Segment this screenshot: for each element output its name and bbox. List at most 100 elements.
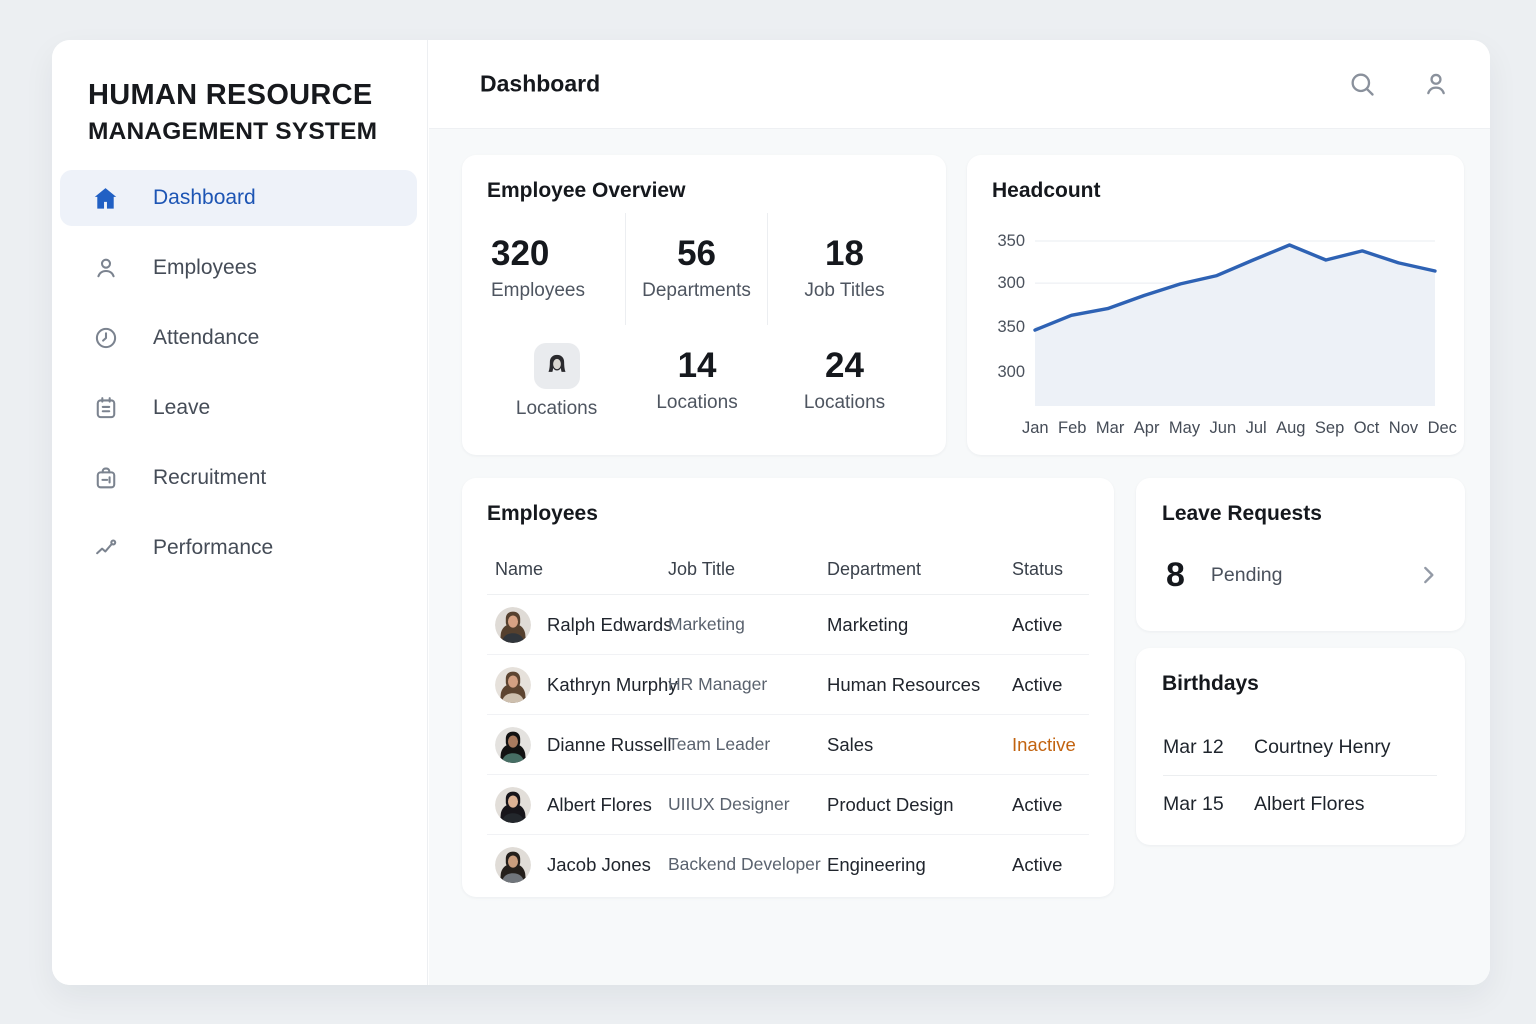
employees-table-card: Employees Name Job Title Department Stat… xyxy=(462,478,1114,897)
stat-label: Departments xyxy=(642,280,751,301)
headcount-card: Headcount 350 300 350 300 Jan Feb Mar Apr May Ju… xyxy=(967,155,1464,455)
pending-count: 8 xyxy=(1166,556,1185,594)
employee-job-title: Backend Developer xyxy=(668,854,821,874)
employee-job-title: HR Manager xyxy=(668,674,768,694)
sidebar-item-recruitment[interactable]: Recruitment xyxy=(60,450,417,506)
chart-x-label: Dec xyxy=(1427,419,1457,437)
stat-job-titles: 18 Job Titles xyxy=(768,213,921,325)
card-title: Employee Overview xyxy=(487,179,686,202)
chart-y-label: 350 xyxy=(997,232,1025,250)
employee-overview-card: Employee Overview 320 Employees 56 Depar… xyxy=(462,155,946,455)
chevron-right-icon[interactable] xyxy=(1415,562,1441,588)
status-badge: Active xyxy=(1012,673,1063,695)
chart-x-label: Aug xyxy=(1276,419,1306,437)
employee-job-title: UIIUX Designer xyxy=(668,794,790,814)
headcount-chart-svg xyxy=(1033,240,1437,406)
employee-job-title: Marketing xyxy=(668,614,745,634)
chart-x-label: Mar xyxy=(1095,419,1125,437)
employee-department: Marketing xyxy=(827,613,909,635)
table-row[interactable]: Jacob Jones Backend Developer Engineerin… xyxy=(487,835,1089,894)
column-header-department: Department xyxy=(827,559,922,579)
chart-x-axis: Jan Feb Mar Apr May Jun Jul Aug Sep Oct Nov Dec xyxy=(1022,419,1457,438)
card-title: Birthdays xyxy=(1162,672,1259,695)
chart-x-label: Jun xyxy=(1209,419,1237,437)
chart-x-label: Sep xyxy=(1314,419,1345,437)
card-title: Employees xyxy=(487,502,598,525)
person-avatar-icon xyxy=(533,342,580,389)
brand-title-line2: MANAGEMENT SYSTEM xyxy=(88,117,378,145)
employee-department: Product Design xyxy=(827,793,954,815)
sidebar-item-employees[interactable]: Employees xyxy=(60,240,417,296)
stat-label: Locations xyxy=(803,392,886,413)
chart-y-label: 350 xyxy=(997,317,1025,336)
sidebar-item-leave[interactable]: Leave xyxy=(60,380,417,436)
list-item: Mar 15 Albert Flores xyxy=(1163,776,1437,832)
chart-x-label: Oct xyxy=(1353,419,1380,437)
app-logo: HUMAN RESOURCE MANAGEMENT SYSTEM xyxy=(52,40,427,146)
employee-name: Ralph Edwards xyxy=(547,613,673,635)
stat-label: Locations xyxy=(656,392,738,413)
app-window: HUMAN RESOURCE MANAGEMENT SYSTEM Dashboa… xyxy=(52,40,1490,985)
chart-x-label: Nov xyxy=(1388,419,1419,437)
stat-label: Employees xyxy=(491,280,585,301)
stat-value: 56 xyxy=(677,234,716,273)
stat-value: 24 xyxy=(825,346,864,385)
avatar xyxy=(495,606,531,643)
chart-y-label: 300 xyxy=(997,274,1025,293)
top-header: Dashboard xyxy=(429,40,1490,129)
stat-label: Locations xyxy=(515,397,598,419)
sidebar-item-performance[interactable]: Performance xyxy=(60,520,417,576)
column-header-job-title: Job Title xyxy=(668,559,736,579)
sidebar-nav: Dashboard Employees Attendance Leave Rec… xyxy=(60,170,417,576)
column-header-name: Name xyxy=(495,559,544,579)
card-title: Headcount xyxy=(992,179,1101,202)
table-row[interactable]: Dianne Russell Team Leader Sales Inactiv… xyxy=(487,715,1089,775)
sidebar-item-label: Dashboard xyxy=(153,186,256,209)
employee-department: Human Resources xyxy=(827,673,981,695)
chart-y-label: 300 xyxy=(997,363,1025,381)
home-icon xyxy=(92,185,119,212)
sidebar-item-label: Attendance xyxy=(153,326,260,349)
status-badge: Inactive xyxy=(1012,733,1076,755)
employee-job-title: Team Leader xyxy=(668,734,771,754)
user-profile-icon[interactable] xyxy=(1422,70,1450,98)
search-icon[interactable] xyxy=(1348,70,1376,98)
list-item: Mar 12 Courtney Henry xyxy=(1163,719,1437,776)
trend-up-icon xyxy=(92,535,119,562)
sidebar-item-dashboard[interactable]: Dashboard xyxy=(60,170,417,226)
chart-x-label: Jul xyxy=(1245,419,1267,437)
birthday-name: Courtney Henry xyxy=(1254,735,1391,758)
stat-locations-avatar: Locations xyxy=(487,325,626,437)
headcount-chart xyxy=(1033,240,1437,406)
stat-locations-24: 24 Locations xyxy=(768,325,921,437)
sidebar-item-attendance[interactable]: Attendance xyxy=(60,310,417,366)
chart-x-label: Apr xyxy=(1133,419,1160,437)
stat-locations-14: 14 Locations xyxy=(626,325,768,437)
stat-value: 18 xyxy=(825,234,864,273)
avatar xyxy=(495,666,531,703)
chart-x-label: Jan xyxy=(1022,419,1049,437)
status-badge: Active xyxy=(1012,613,1063,635)
birthday-date: Mar 15 xyxy=(1163,792,1224,815)
stat-employees: 320 Employees xyxy=(487,213,627,325)
birthday-name: Albert Flores xyxy=(1254,792,1365,815)
stat-departments: 56 Departments xyxy=(626,213,768,325)
main-area: Dashboard Employee Overview 320 Employee… xyxy=(429,40,1490,985)
card-title: Leave Requests xyxy=(1162,502,1322,525)
leave-requests-row[interactable]: 8 Pending xyxy=(1166,558,1441,592)
leave-requests-card[interactable]: Leave Requests 8 Pending xyxy=(1136,478,1465,631)
column-header-status: Status xyxy=(1012,559,1064,579)
briefcase-icon xyxy=(92,465,119,492)
sidebar: HUMAN RESOURCE MANAGEMENT SYSTEM Dashboa… xyxy=(52,40,428,985)
table-row[interactable]: Kathryn Murphy HR Manager Human Resource… xyxy=(487,655,1089,715)
sidebar-item-label: Leave xyxy=(153,396,211,419)
avatar xyxy=(495,846,531,883)
sidebar-item-label: Employees xyxy=(153,256,257,279)
employee-name: Jacob Jones xyxy=(547,853,651,875)
pending-label: Pending xyxy=(1210,563,1283,586)
table-row[interactable]: Ralph Edwards Marketing Marketing Active xyxy=(487,595,1089,655)
employee-name: Albert Flores xyxy=(547,793,652,815)
table-row[interactable]: Albert Flores UIIUX Designer Product Des… xyxy=(487,775,1089,835)
avatar xyxy=(495,786,531,823)
avatar xyxy=(495,726,531,763)
